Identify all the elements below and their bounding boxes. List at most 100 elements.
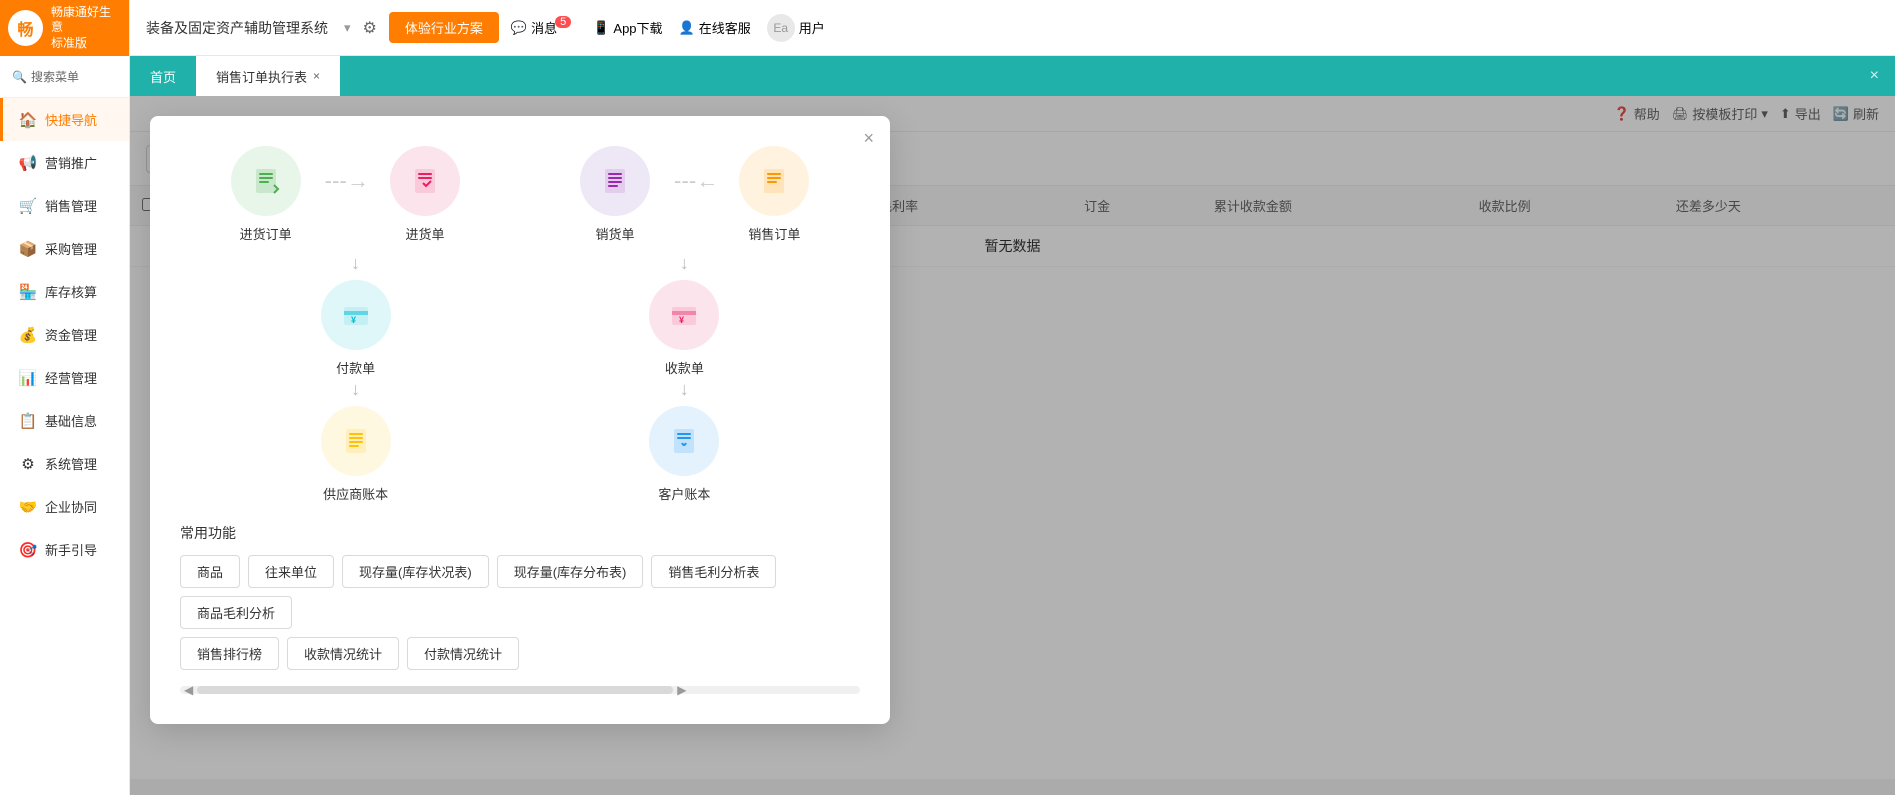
- message-icon: 💬: [511, 20, 527, 36]
- svg-text:¥: ¥: [351, 315, 356, 325]
- func-btn-receipt-stat[interactable]: 收款情况统计: [287, 637, 399, 670]
- message-action[interactable]: 💬 消息 5: [511, 18, 577, 37]
- purchase-bill-icon: [390, 146, 460, 216]
- arrow-down-1: ↓: [351, 251, 360, 276]
- user-action[interactable]: Ea 用户: [767, 14, 825, 42]
- logo-icon: 畅: [8, 10, 43, 46]
- sidebar-item-marketing[interactable]: 📢 营销推广: [0, 141, 129, 184]
- purchase-order-icon: [231, 146, 301, 216]
- search-menu-button[interactable]: 🔍 搜索菜单: [8, 64, 121, 89]
- tab-close-icon[interactable]: ×: [313, 69, 320, 83]
- function-btns-row1: 商品 往来单位 现存量(库存状况表) 现存量(库存分布表) 销售毛利分析表 商品…: [180, 555, 860, 629]
- arrow-down-3: ↓: [680, 251, 689, 276]
- guide-icon: 🎯: [19, 541, 37, 559]
- finance-icon: 💰: [19, 326, 37, 344]
- func-btn-stock-status[interactable]: 现存量(库存状况表): [342, 555, 489, 588]
- scroll-right-arrow[interactable]: ▶: [673, 683, 690, 697]
- sidebar-item-basic-info[interactable]: 📋 基础信息: [0, 399, 129, 442]
- gear-icon[interactable]: ⚙: [363, 18, 377, 38]
- modal-overlay[interactable]: ×: [130, 96, 1895, 795]
- payment-in-icon: ¥: [649, 280, 719, 350]
- payment-out-icon: ¥: [321, 280, 391, 350]
- system-name: 装备及固定资产辅助管理系统: [146, 18, 328, 38]
- sidebar-item-sales[interactable]: 🛒 销售管理: [0, 184, 129, 227]
- func-btn-counterpart[interactable]: 往来单位: [248, 555, 334, 588]
- sidebar-logo: 畅 畅康通好生意 标准版: [0, 0, 129, 56]
- sidebar-item-quick-nav[interactable]: 🏠 快捷导航: [0, 98, 129, 141]
- page-area: ❓ 帮助 🖨 按模板打印 ▾ ⬆ 导出 🔄 刷新: [130, 96, 1895, 795]
- experience-btn[interactable]: 体验行业方案: [389, 12, 499, 43]
- flow-node-sale-order[interactable]: 销售订单: [739, 146, 809, 243]
- common-functions-title: 常用功能: [180, 523, 860, 543]
- func-btn-payment-stat[interactable]: 付款情况统计: [407, 637, 519, 670]
- dropdown-icon[interactable]: ▾: [344, 20, 351, 36]
- func-btn-stock-dist[interactable]: 现存量(库存分布表): [497, 555, 644, 588]
- sidebar-item-inventory[interactable]: 🏪 库存核算: [0, 270, 129, 313]
- flow-node-customer-ledger[interactable]: 客户账本: [649, 406, 719, 503]
- sidebar-item-guide[interactable]: 🎯 新手引导: [0, 528, 129, 571]
- sidebar-item-enterprise[interactable]: 🤝 企业协同: [0, 485, 129, 528]
- modal-scrollbar[interactable]: ◀ ▶: [180, 686, 860, 694]
- user-avatar: Ea: [767, 14, 795, 42]
- online-service-action[interactable]: 👤 在线客服: [679, 18, 751, 37]
- sale-bill-icon: [580, 146, 650, 216]
- function-btns-row2: 销售排行榜 收款情况统计 付款情况统计: [180, 637, 860, 670]
- logo-text: 畅康通好生意 标准版: [51, 5, 121, 52]
- inventory-icon: 🏪: [19, 283, 37, 301]
- arrow-down-2: ↓: [351, 377, 360, 402]
- customer-ledger-label: 客户账本: [658, 484, 710, 503]
- service-icon: 👤: [679, 20, 695, 36]
- tabs-bar-close-icon[interactable]: ×: [1854, 67, 1895, 85]
- sidebar-item-system[interactable]: ⚙ 系统管理: [0, 442, 129, 485]
- sale-order-icon: [739, 146, 809, 216]
- svg-text:¥: ¥: [679, 315, 684, 325]
- arrow-left-1: ← - - -: [674, 168, 715, 194]
- func-btn-sales-rank[interactable]: 销售排行榜: [180, 637, 279, 670]
- phone-icon: 📱: [593, 20, 609, 36]
- marketing-icon: 📢: [19, 154, 37, 172]
- sidebar-nav: 🏠 快捷导航 📢 营销推广 🛒 销售管理 📦 采购管理 🏪 库存核算 💰: [0, 98, 129, 795]
- scrollbar-track[interactable]: [197, 686, 673, 694]
- flow-node-payment-out[interactable]: ¥ 付款单: [321, 280, 391, 377]
- supplier-ledger-icon: [321, 406, 391, 476]
- tab-sale-order-execution[interactable]: 销售订单执行表 ×: [196, 56, 340, 96]
- func-btn-product[interactable]: 商品: [180, 555, 240, 588]
- sidebar-item-finance[interactable]: 💰 资金管理: [0, 313, 129, 356]
- main-content: 装备及固定资产辅助管理系统 ▾ ⚙ 体验行业方案 💬 消息 5 📱 App下载 …: [130, 0, 1895, 795]
- topbar-right: 💬 消息 5 📱 App下载 👤 在线客服 Ea 用户: [511, 14, 825, 42]
- supplier-ledger-label: 供应商账本: [323, 484, 388, 503]
- basic-info-icon: 📋: [19, 412, 37, 430]
- message-badge: 5: [555, 16, 571, 28]
- topbar: 装备及固定资产辅助管理系统 ▾ ⚙ 体验行业方案 💬 消息 5 📱 App下载 …: [130, 0, 1895, 56]
- sidebar-item-business[interactable]: 📊 经营管理: [0, 356, 129, 399]
- business-icon: 📊: [19, 369, 37, 387]
- customer-ledger-icon: [649, 406, 719, 476]
- sidebar-search[interactable]: 🔍 搜索菜单: [0, 56, 129, 98]
- flow-node-sale-bill[interactable]: 销货单: [580, 146, 650, 243]
- scroll-left-arrow[interactable]: ◀: [180, 683, 197, 697]
- purchase-order-label: 进货订单: [240, 224, 292, 243]
- sale-order-label: 销售订单: [748, 224, 800, 243]
- flow-node-purchase-bill[interactable]: 进货单: [390, 146, 460, 243]
- flow-node-supplier-ledger[interactable]: 供应商账本: [321, 406, 391, 503]
- sale-bill-label: 销货单: [595, 224, 634, 243]
- purchase-icon: 📦: [19, 240, 37, 258]
- payment-out-label: 付款单: [336, 358, 375, 377]
- search-icon: 🔍: [12, 70, 27, 84]
- func-btn-product-profit[interactable]: 商品毛利分析: [180, 596, 292, 629]
- tabs-bar: 首页 销售订单执行表 × ×: [130, 56, 1895, 96]
- flow-node-payment-in[interactable]: ¥ 收款单: [649, 280, 719, 377]
- sidebar: 畅 畅康通好生意 标准版 🔍 搜索菜单 🏠 快捷导航 📢 营销推广: [0, 0, 130, 795]
- arrow-down-4: ↓: [680, 377, 689, 402]
- flow-node-purchase-order[interactable]: 进货订单: [231, 146, 301, 243]
- purchase-bill-label: 进货单: [405, 224, 444, 243]
- home-icon: 🏠: [19, 111, 37, 129]
- tab-home[interactable]: 首页: [130, 56, 196, 96]
- func-btn-sales-profit[interactable]: 销售毛利分析表: [651, 555, 776, 588]
- modal-close-button[interactable]: ×: [863, 128, 874, 149]
- app-download-action[interactable]: 📱 App下载: [593, 18, 662, 37]
- sales-icon: 🛒: [19, 197, 37, 215]
- enterprise-icon: 🤝: [19, 498, 37, 516]
- arrow-right-1: - - - →: [325, 168, 366, 194]
- sidebar-item-purchase[interactable]: 📦 采购管理: [0, 227, 129, 270]
